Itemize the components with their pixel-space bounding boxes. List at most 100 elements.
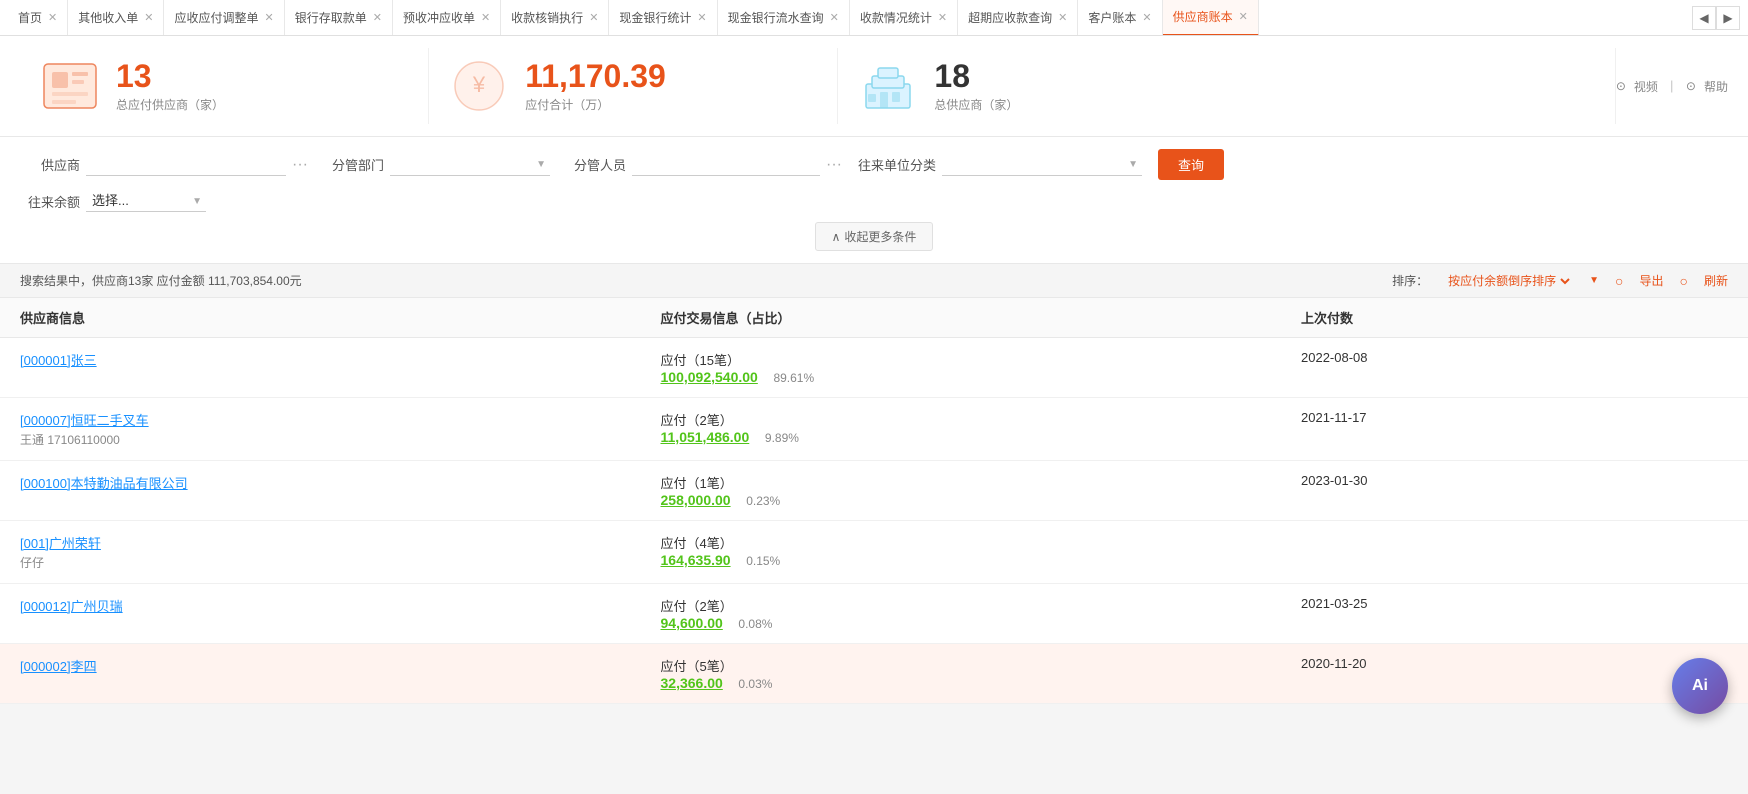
nav-tab-adjustment-close[interactable]: ✕ <box>264 11 273 24</box>
nav-tab-cash-bank-stats[interactable]: 现金银行统计 ✕ <box>609 0 717 36</box>
tx-label-5: 应付（5笔） <box>661 656 1302 675</box>
nav-tab-cash-bank-flow[interactable]: 现金银行流水查询 ✕ <box>718 0 850 36</box>
nav-tab-prepay[interactable]: 预收冲应收单 ✕ <box>393 0 501 36</box>
nav-tab-adjustment-label: 应收应付调整单 <box>174 9 258 26</box>
supplier-filter-input[interactable] <box>86 154 286 176</box>
supplier-info-0: [000001]张三 <box>20 350 661 369</box>
dept-filter-select[interactable] <box>390 154 550 176</box>
nav-tab-collection-stats[interactable]: 收款情况统计 ✕ <box>850 0 958 36</box>
tx-info-0: 应付（15笔） 100,092,540.00 89.61% <box>661 350 1302 385</box>
tx-info-4: 应付（2笔） 94,600.00 0.08% <box>661 596 1302 631</box>
supplier-link-1[interactable]: [000007]恒旺二手叉车 <box>20 413 149 428</box>
nav-tab-customer-account[interactable]: 客户账本 ✕ <box>1078 0 1162 36</box>
tx-info-3: 应付（4笔） 164,635.90 0.15% <box>661 533 1302 568</box>
tx-amount-0[interactable]: 100,092,540.00 <box>661 369 758 385</box>
nav-tab-prepay-close[interactable]: ✕ <box>481 11 490 24</box>
tx-pct-2: 0.23% <box>746 494 780 508</box>
table-row: [000002]李四 应付（5笔） 32,366.00 0.03% 2020-1… <box>0 644 1748 704</box>
nav-tab-overdue[interactable]: 超期应收款查询 ✕ <box>958 0 1078 36</box>
balance-filter-wrap: 选择... ▼ <box>86 190 206 212</box>
col-header-lastpay: 上次付数 <box>1301 308 1728 327</box>
nav-tab-supplier-account[interactable]: 供应商账本 ✕ <box>1163 0 1259 36</box>
tx-amount-1[interactable]: 11,051,486.00 <box>661 429 750 445</box>
video-link[interactable]: 视频 <box>1634 78 1658 95</box>
result-text: 搜索结果中，供应商13家 应付金额 111,703,854.00元 <box>20 272 302 289</box>
filter-category: 往来单位分类 ▼ <box>858 154 1142 176</box>
tx-label-1: 应付（2笔） <box>661 410 1302 429</box>
nav-tab-customer-account-label: 客户账本 <box>1088 9 1136 26</box>
supplier-filter-dots[interactable]: ··· <box>292 156 308 174</box>
tx-label-0: 应付（15笔） <box>661 350 1302 369</box>
nav-tab-other-income[interactable]: 其他收入单 ✕ <box>68 0 164 36</box>
supplier-link-0[interactable]: [000001]张三 <box>20 353 97 368</box>
tx-pct-3: 0.15% <box>746 554 780 568</box>
nav-tab-cash-bank-flow-close[interactable]: ✕ <box>830 11 839 24</box>
query-button[interactable]: 查询 <box>1158 149 1224 180</box>
total-suppliers-label: 总供应商（家） <box>934 96 1018 113</box>
filter-balance: 往来余额 选择... ▼ <box>20 190 206 212</box>
nav-tab-collection-close[interactable]: ✕ <box>589 11 598 24</box>
nav-tab-overdue-close[interactable]: ✕ <box>1058 11 1067 24</box>
tx-amount-2[interactable]: 258,000.00 <box>661 492 731 508</box>
tx-label-3: 应付（4笔） <box>661 533 1302 552</box>
nav-tab-customer-account-close[interactable]: ✕ <box>1142 11 1151 24</box>
tx-amount-4[interactable]: 94,600.00 <box>661 615 723 631</box>
stat-card-payable-suppliers: 13 总应付供应商（家） <box>20 48 429 124</box>
filter-dept: 分管部门 ▼ <box>324 154 550 176</box>
stat-card-total-payable: ¥ 11,170.39 应付合计（万） <box>429 48 838 124</box>
tx-label-2: 应付（1笔） <box>661 473 1302 492</box>
last-pay-5: 2020-11-20 <box>1301 656 1728 671</box>
payable-suppliers-icon <box>40 56 100 116</box>
nav-tab-other-income-close[interactable]: ✕ <box>144 11 153 24</box>
nav-tab-home-close[interactable]: ✕ <box>48 11 57 24</box>
nav-tab-bank-deposit-label: 银行存取款单 <box>295 9 367 26</box>
tx-pct-1: 9.89% <box>765 431 799 445</box>
nav-tab-collection-label: 收款核销执行 <box>511 9 583 26</box>
supplier-link-3[interactable]: [001]广州荣轩 <box>20 536 101 551</box>
refresh-button[interactable]: 刷新 <box>1704 272 1728 289</box>
nav-tab-cash-bank-stats-close[interactable]: ✕ <box>697 11 706 24</box>
supplier-info-1: [000007]恒旺二手叉车 王通 17106110000 <box>20 410 661 448</box>
supplier-info-5: [000002]李四 <box>20 656 661 675</box>
collapse-button[interactable]: ∧ 收起更多条件 <box>815 222 934 251</box>
nav-tab-home[interactable]: 首页 ✕ <box>8 0 68 36</box>
category-filter-select[interactable] <box>942 154 1142 176</box>
balance-filter-label: 往来余额 <box>20 192 80 211</box>
person-filter-dots[interactable]: ··· <box>826 156 842 174</box>
supplier-link-5[interactable]: [000002]李四 <box>20 659 97 674</box>
last-pay-4: 2021-03-25 <box>1301 596 1728 611</box>
result-bar: 搜索结果中，供应商13家 应付金额 111,703,854.00元 排序： 按应… <box>0 264 1748 298</box>
nav-tab-collection-stats-close[interactable]: ✕ <box>938 11 947 24</box>
video-icon: ⊙ <box>1616 79 1626 93</box>
stat-card-total-payable-info: 11,170.39 应付合计（万） <box>525 60 666 113</box>
nav-arrow-right[interactable]: ▶ <box>1716 6 1740 30</box>
supplier-link-2[interactable]: [000100]本特勤油品有限公司 <box>20 476 188 491</box>
nav-tab-collection[interactable]: 收款核销执行 ✕ <box>501 0 609 36</box>
tx-amount-3[interactable]: 164,635.90 <box>661 552 731 568</box>
refresh-icon: ○ <box>1680 273 1688 289</box>
supplier-link-4[interactable]: [000012]广州贝瑞 <box>20 599 123 614</box>
filter-row-1: 供应商 ··· 分管部门 ▼ 分管人员 ··· 往来单位分类 <box>20 149 1728 180</box>
ai-button[interactable]: Ai <box>1672 658 1728 714</box>
last-pay-1: 2021-11-17 <box>1301 410 1728 425</box>
table-row: [000012]广州贝瑞 应付（2笔） 94,600.00 0.08% 2021… <box>0 584 1748 644</box>
balance-filter-select[interactable]: 选择... <box>86 190 206 212</box>
nav-arrows: ◀ ▶ <box>1692 6 1740 30</box>
nav-arrow-left[interactable]: ◀ <box>1692 6 1716 30</box>
nav-tab-prepay-label: 预收冲应收单 <box>403 9 475 26</box>
tx-amount-5[interactable]: 32,366.00 <box>661 675 723 691</box>
nav-tab-adjustment[interactable]: 应收应付调整单 ✕ <box>164 0 284 36</box>
total-suppliers-icon <box>858 56 918 116</box>
person-filter-input[interactable] <box>632 154 820 176</box>
export-button[interactable]: 导出 <box>1640 272 1664 289</box>
payable-suppliers-label: 总应付供应商（家） <box>116 96 224 113</box>
filter-supplier: 供应商 ··· <box>20 154 308 176</box>
nav-tab-bank-deposit[interactable]: 银行存取款单 ✕ <box>285 0 393 36</box>
dept-filter-wrap: ▼ <box>390 154 550 176</box>
nav-tab-bank-deposit-close[interactable]: ✕ <box>373 11 382 24</box>
help-link[interactable]: 帮助 <box>1704 78 1728 95</box>
nav-tab-supplier-account-close[interactable]: ✕ <box>1239 10 1248 23</box>
table-row: [000100]本特勤油品有限公司 应付（1笔） 258,000.00 0.23… <box>0 461 1748 521</box>
table-row: [000007]恒旺二手叉车 王通 17106110000 应付（2笔） 11,… <box>0 398 1748 461</box>
sort-select[interactable]: 按应付余额倒序排序 <box>1444 273 1573 289</box>
